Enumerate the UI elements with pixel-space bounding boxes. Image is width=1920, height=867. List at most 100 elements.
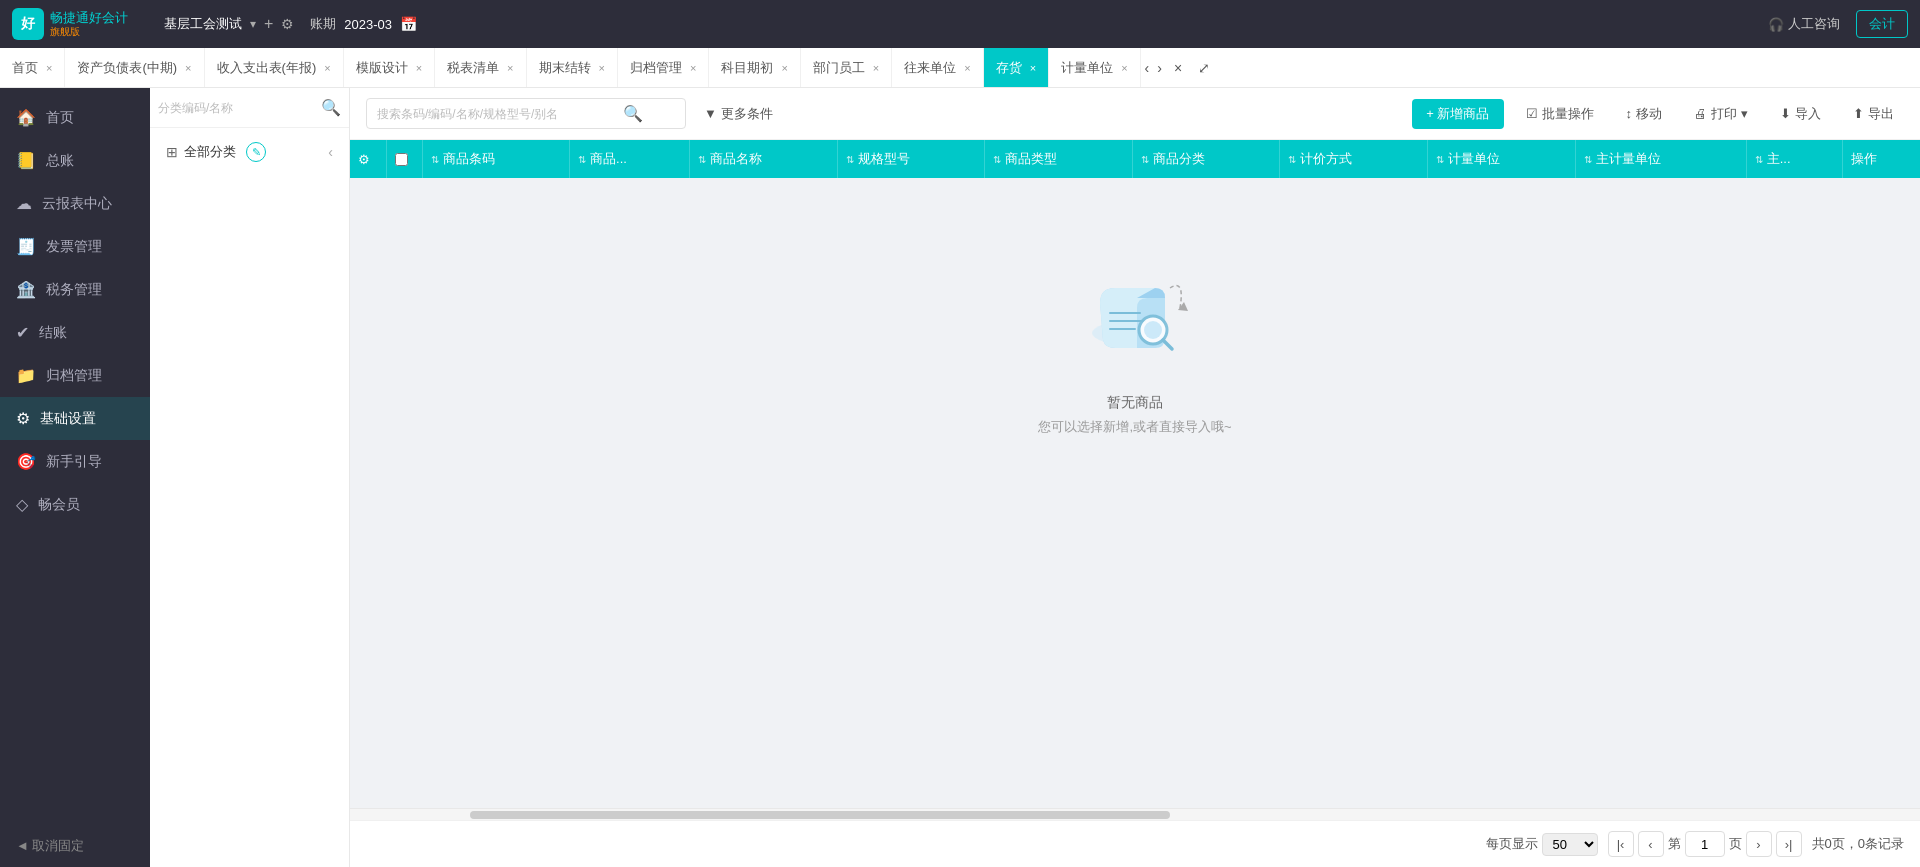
tab-close-archive[interactable]: ×	[690, 62, 696, 74]
move-btn[interactable]: ↕ 移动	[1616, 99, 1673, 129]
first-page-btn[interactable]: |‹	[1608, 831, 1634, 857]
empty-sub-text: 您可以选择新增,或者直接导入哦~	[1038, 418, 1231, 436]
filter-btn[interactable]: ▼ 更多条件	[696, 101, 781, 127]
tab-period-end[interactable]: 期末结转 ×	[527, 48, 618, 87]
sort-icon-cat: ⇅	[1141, 154, 1149, 165]
batch-btn[interactable]: ☑ 批量操作	[1516, 99, 1604, 129]
th-settings[interactable]: ⚙	[350, 140, 386, 178]
tab-close-income[interactable]: ×	[324, 62, 330, 74]
sidebar-collapse-btn[interactable]: ◄ 取消固定	[0, 825, 150, 867]
category-collapse-icon[interactable]: ‹	[328, 144, 333, 160]
export-btn[interactable]: ⬆ 导出	[1843, 99, 1904, 129]
page-number-input[interactable]	[1685, 831, 1725, 857]
company-area: 基层工会测试 ▾ + ⚙ 账期 2023-03 📅	[164, 15, 417, 33]
workspace-settings-btn[interactable]: ⚙	[281, 16, 294, 32]
product-search-bar: 🔍	[366, 98, 686, 129]
tab-contacts[interactable]: 往来单位 ×	[892, 48, 983, 87]
tab-close-template[interactable]: ×	[416, 62, 422, 74]
logo-text: 畅捷通好会计 旗舰版	[50, 10, 128, 38]
import-btn[interactable]: ⬇ 导入	[1770, 99, 1831, 129]
tab-close-tax[interactable]: ×	[507, 62, 513, 74]
product-search-icon[interactable]: 🔍	[623, 104, 643, 123]
sidebar-item-ledger[interactable]: 📒 总账	[0, 139, 150, 182]
th-unit[interactable]: ⇅ 计量单位	[1427, 140, 1575, 178]
sidebar-item-invoice[interactable]: 🧾 发票管理	[0, 225, 150, 268]
tab-close-all[interactable]: ×	[1166, 48, 1190, 87]
tab-unit[interactable]: 计量单位 ×	[1049, 48, 1140, 87]
tab-close-period[interactable]: ×	[599, 62, 605, 74]
page-size-select: 每页显示 50 100 200	[1486, 833, 1598, 856]
tab-template[interactable]: 模版设计 ×	[344, 48, 435, 87]
th-code[interactable]: ⇅ 商品...	[570, 140, 690, 178]
category-search-icon[interactable]: 🔍	[321, 98, 341, 117]
prev-page-btn[interactable]: ‹	[1638, 831, 1664, 857]
col-settings-icon: ⚙	[358, 152, 370, 167]
svg-point-5	[1144, 321, 1162, 339]
tab-close-contacts[interactable]: ×	[964, 62, 970, 74]
select-all-checkbox[interactable]	[395, 153, 408, 166]
tab-subject[interactable]: 科目期初 ×	[709, 48, 800, 87]
member-icon: ◇	[16, 495, 28, 514]
sidebar-item-archive[interactable]: 📁 归档管理	[0, 354, 150, 397]
print-arrow: ▾	[1741, 106, 1748, 121]
sidebar-item-tax[interactable]: 🏦 税务管理	[0, 268, 150, 311]
period-label: 账期	[310, 15, 336, 33]
logo-area: 好 畅捷通好会计 旗舰版	[12, 8, 152, 40]
calendar-icon[interactable]: 📅	[400, 16, 417, 32]
tab-archive[interactable]: 归档管理 ×	[618, 48, 709, 87]
tab-close-balance[interactable]: ×	[185, 62, 191, 74]
tab-scroll-left[interactable]: ‹	[1141, 48, 1154, 87]
sort-icon-name: ⇅	[698, 154, 706, 165]
sidebar-item-checkout[interactable]: ✔ 结账	[0, 311, 150, 354]
last-page-btn[interactable]: ›|	[1776, 831, 1802, 857]
cloud-icon: ☁	[16, 194, 32, 213]
product-search-input[interactable]	[377, 107, 617, 121]
th-main-unit[interactable]: ⇅ 主计量单位	[1575, 140, 1746, 178]
page-size-dropdown[interactable]: 50 100 200	[1542, 833, 1598, 856]
tab-close-dept[interactable]: ×	[873, 62, 879, 74]
horizontal-scrollbar[interactable]	[350, 808, 1920, 820]
th-checkbox[interactable]	[386, 140, 422, 178]
account-btn[interactable]: 会计	[1856, 10, 1908, 38]
tab-scroll-right[interactable]: ›	[1153, 48, 1166, 87]
category-edit-btn[interactable]: ✎	[246, 142, 266, 162]
sidebar-item-home[interactable]: 🏠 首页	[0, 96, 150, 139]
sidebar-item-settings[interactable]: ⚙ 基础设置	[0, 397, 150, 440]
tab-close-unit[interactable]: ×	[1121, 62, 1127, 74]
tab-dept[interactable]: 部门员工 ×	[801, 48, 892, 87]
th-category[interactable]: ⇅ 商品分类	[1132, 140, 1280, 178]
company-dropdown[interactable]: ▾	[250, 17, 256, 31]
tab-income[interactable]: 收入支出表(年报) ×	[205, 48, 344, 87]
empty-state: 暂无商品 您可以选择新增,或者直接导入哦~	[350, 178, 1920, 516]
print-btn[interactable]: 🖨 打印 ▾	[1684, 99, 1758, 129]
sidebar-item-cloud[interactable]: ☁ 云报表中心	[0, 182, 150, 225]
period-value: 2023-03	[344, 17, 392, 32]
category-search-input[interactable]	[158, 101, 315, 115]
sidebar-item-guide[interactable]: 🎯 新手引导	[0, 440, 150, 483]
toolbar-area: 🔍 ▼ 更多条件 + 新增商品 ☑ 批量操作 ↕ 移动	[350, 88, 1920, 140]
th-type[interactable]: ⇅ 商品类型	[985, 140, 1133, 178]
tab-close-subject[interactable]: ×	[781, 62, 787, 74]
tab-home[interactable]: 首页 ×	[0, 48, 65, 87]
all-categories[interactable]: ⊞ 全部分类 ✎ ‹	[158, 136, 341, 168]
th-name[interactable]: ⇅ 商品名称	[690, 140, 838, 178]
tab-balance[interactable]: 资产负债表(中期) ×	[65, 48, 204, 87]
th-barcode[interactable]: ⇅ 商品条码	[422, 140, 570, 178]
scrollbar-thumb[interactable]	[470, 811, 1170, 819]
grid-icon: ⊞	[166, 144, 178, 160]
add-workspace-btn[interactable]: +	[264, 15, 273, 33]
tab-tax[interactable]: 税表清单 ×	[435, 48, 526, 87]
th-pricing[interactable]: ⇅ 计价方式	[1280, 140, 1428, 178]
service-btn[interactable]: 🎧 人工咨询	[1768, 15, 1840, 33]
tab-close-inventory[interactable]: ×	[1030, 62, 1036, 74]
sidebar-item-member[interactable]: ◇ 畅会员	[0, 483, 150, 526]
th-spec[interactable]: ⇅ 规格型号	[837, 140, 985, 178]
th-extra[interactable]: ⇅ 主...	[1746, 140, 1842, 178]
sidebar: 🏠 首页 📒 总账 ☁ 云报表中心 🧾 发票管理 🏦 税务管理 ✔ 结账 📁 归…	[0, 88, 150, 867]
tab-close-home[interactable]: ×	[46, 62, 52, 74]
sort-icon-type: ⇅	[993, 154, 1001, 165]
add-product-btn[interactable]: + 新增商品	[1412, 99, 1503, 129]
tab-inventory[interactable]: 存货 ×	[984, 48, 1049, 87]
next-page-btn[interactable]: ›	[1746, 831, 1772, 857]
tab-expand[interactable]: ⤢	[1190, 48, 1218, 87]
